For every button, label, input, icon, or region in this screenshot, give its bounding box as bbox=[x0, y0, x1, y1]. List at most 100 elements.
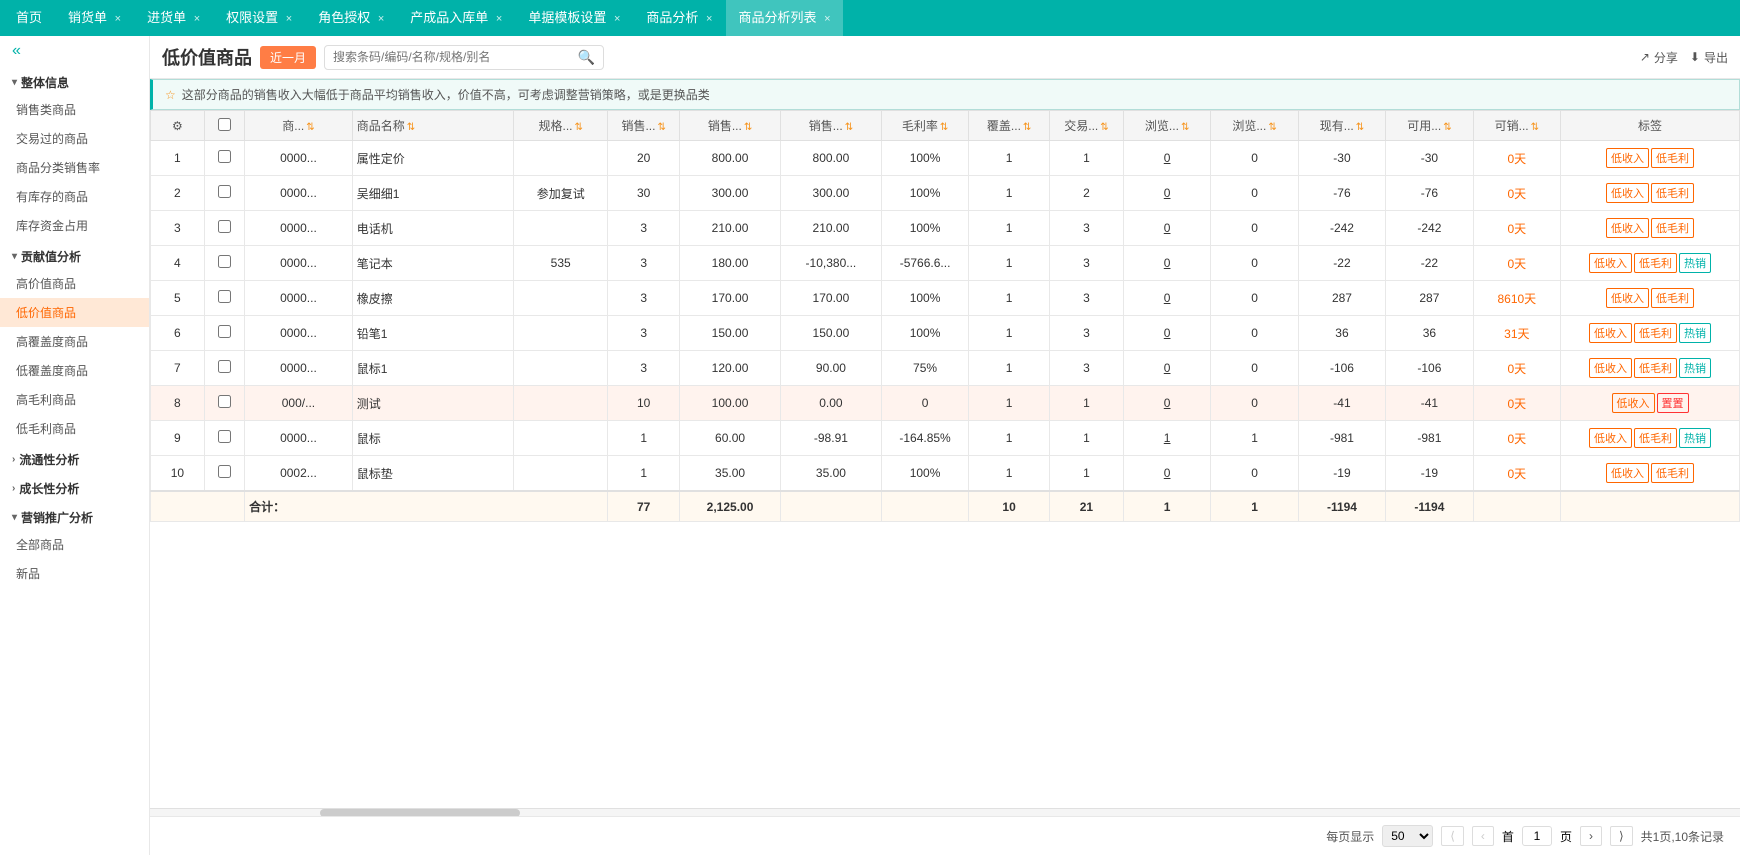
horizontal-scrollbar[interactable] bbox=[150, 808, 1740, 816]
th-saleable[interactable]: 可销...⇅ bbox=[1473, 111, 1560, 141]
row-avail: -22 bbox=[1386, 246, 1473, 281]
sidebar-item-stock-capital[interactable]: 库存资金占用 bbox=[0, 211, 149, 240]
th-current[interactable]: 现有...⇅ bbox=[1298, 111, 1385, 141]
row-margin: 0 bbox=[881, 386, 968, 421]
tag-badge: 低毛利 bbox=[1634, 323, 1677, 343]
row-browse1: 0 bbox=[1123, 386, 1210, 421]
browse-link[interactable]: 0 bbox=[1164, 291, 1171, 305]
sidebar-group-growth[interactable]: › 成长性分析 bbox=[0, 472, 149, 501]
th-sale-price[interactable]: 销售...⇅ bbox=[680, 111, 781, 141]
sidebar-item-all-goods[interactable]: 全部商品 bbox=[0, 530, 149, 559]
row-saleable: 0天 bbox=[1473, 141, 1560, 176]
row-checkbox[interactable] bbox=[218, 220, 231, 233]
nav-roles[interactable]: 角色授权 × bbox=[306, 0, 396, 36]
th-gear[interactable]: ⚙ bbox=[151, 111, 205, 141]
sidebar-item-high-margin[interactable]: 高毛利商品 bbox=[0, 385, 149, 414]
browse-link[interactable]: 0 bbox=[1164, 466, 1171, 480]
th-spec[interactable]: 规格...⇅ bbox=[514, 111, 608, 141]
sidebar-item-low-value[interactable]: 低价值商品 bbox=[0, 298, 149, 327]
select-all-checkbox[interactable] bbox=[218, 118, 231, 131]
sidebar-group-overall[interactable]: ▾ 整体信息 bbox=[0, 66, 149, 95]
nav-product-analysis-list[interactable]: 商品分析列表 × bbox=[726, 0, 842, 36]
close-icon[interactable]: × bbox=[286, 13, 292, 25]
row-name: 电话机 bbox=[352, 211, 513, 246]
prev-page-button[interactable]: ‹ bbox=[1472, 826, 1494, 846]
close-icon[interactable]: × bbox=[824, 13, 830, 25]
page-size-select[interactable]: 50 100 200 bbox=[1382, 825, 1433, 847]
row-browse1: 0 bbox=[1123, 141, 1210, 176]
browse-link[interactable]: 0 bbox=[1164, 256, 1171, 270]
close-icon[interactable]: × bbox=[614, 13, 620, 25]
row-checkbox[interactable] bbox=[218, 430, 231, 443]
last-page-button[interactable]: ⟩ bbox=[1610, 826, 1633, 846]
close-icon[interactable]: × bbox=[194, 13, 200, 25]
row-checkbox[interactable] bbox=[218, 395, 231, 408]
th-browse2[interactable]: 浏览...⇅ bbox=[1211, 111, 1298, 141]
next-page-button[interactable]: › bbox=[1580, 826, 1602, 846]
sidebar-item-category-sales[interactable]: 商品分类销售率 bbox=[0, 153, 149, 182]
close-icon[interactable]: × bbox=[706, 13, 712, 25]
nav-home[interactable]: 首页 bbox=[4, 0, 54, 36]
sort-icon: ⇅ bbox=[1181, 122, 1189, 133]
sidebar-item-low-coverage[interactable]: 低覆盖度商品 bbox=[0, 356, 149, 385]
row-browse2: 0 bbox=[1211, 281, 1298, 316]
share-button[interactable]: ↗ 分享 bbox=[1640, 49, 1678, 66]
nav-purchase[interactable]: 进货单 × bbox=[135, 0, 212, 36]
row-checkbox[interactable] bbox=[218, 255, 231, 268]
nav-product-analysis[interactable]: 商品分析 × bbox=[634, 0, 724, 36]
th-cover[interactable]: 覆盖...⇅ bbox=[969, 111, 1050, 141]
browse-link[interactable]: 0 bbox=[1164, 186, 1171, 200]
sidebar-group-marketing[interactable]: ▾ 营销推广分析 bbox=[0, 501, 149, 530]
th-margin[interactable]: 毛利率⇅ bbox=[881, 111, 968, 141]
sidebar-group-contribution[interactable]: ▾ 贡献值分析 bbox=[0, 240, 149, 269]
row-current: -106 bbox=[1298, 351, 1385, 386]
total-sale-price: 2,125.00 bbox=[680, 491, 781, 522]
browse-link[interactable]: 0 bbox=[1164, 396, 1171, 410]
gear-icon[interactable]: ⚙ bbox=[172, 119, 183, 133]
row-saleable: 0天 bbox=[1473, 176, 1560, 211]
first-page-button[interactable]: ⟨ bbox=[1441, 826, 1464, 846]
th-sale-qty[interactable]: 销售...⇅ bbox=[608, 111, 680, 141]
th-browse1[interactable]: 浏览...⇅ bbox=[1123, 111, 1210, 141]
nav-permissions[interactable]: 权限设置 × bbox=[214, 0, 304, 36]
nav-sales[interactable]: 销货单 × bbox=[56, 0, 133, 36]
page-number-input[interactable] bbox=[1522, 826, 1552, 846]
nav-template[interactable]: 单据模板设置 × bbox=[516, 0, 632, 36]
browse-link[interactable]: 0 bbox=[1164, 151, 1171, 165]
sidebar-item-sales-goods[interactable]: 销售类商品 bbox=[0, 95, 149, 124]
sidebar-group-liquidity[interactable]: › 流通性分析 bbox=[0, 443, 149, 472]
sidebar-item-high-coverage[interactable]: 高覆盖度商品 bbox=[0, 327, 149, 356]
row-checkbox[interactable] bbox=[218, 360, 231, 373]
sidebar-item-high-value[interactable]: 高价值商品 bbox=[0, 269, 149, 298]
th-name[interactable]: 商品名称⇅ bbox=[352, 111, 513, 141]
sidebar-item-traded-goods[interactable]: 交易过的商品 bbox=[0, 124, 149, 153]
sidebar-item-low-margin[interactable]: 低毛利商品 bbox=[0, 414, 149, 443]
browse-link[interactable]: 0 bbox=[1164, 326, 1171, 340]
browse-link[interactable]: 1 bbox=[1164, 431, 1171, 445]
sort-icon: ⇅ bbox=[1531, 122, 1539, 133]
row-checkbox[interactable] bbox=[218, 290, 231, 303]
export-button[interactable]: ⬇ 导出 bbox=[1690, 49, 1728, 66]
browse-link[interactable]: 0 bbox=[1164, 361, 1171, 375]
sidebar-collapse-btn[interactable]: « bbox=[4, 40, 29, 62]
search-input[interactable] bbox=[333, 50, 574, 64]
close-icon[interactable]: × bbox=[496, 13, 502, 25]
th-avail[interactable]: 可用...⇅ bbox=[1386, 111, 1473, 141]
row-checkbox[interactable] bbox=[218, 185, 231, 198]
row-checkbox[interactable] bbox=[218, 465, 231, 478]
row-checkbox[interactable] bbox=[218, 150, 231, 163]
sidebar-item-new-goods[interactable]: 新品 bbox=[0, 559, 149, 588]
row-checkbox[interactable] bbox=[218, 325, 231, 338]
search-icon[interactable]: 🔍 bbox=[578, 49, 595, 66]
browse-link[interactable]: 0 bbox=[1164, 221, 1171, 235]
info-icon: ☆ bbox=[165, 88, 176, 102]
th-sale-amount[interactable]: 销售...⇅ bbox=[780, 111, 881, 141]
filter-button[interactable]: 近一月 bbox=[260, 46, 316, 69]
nav-product-in[interactable]: 产成品入库单 × bbox=[398, 0, 514, 36]
close-icon[interactable]: × bbox=[378, 13, 384, 25]
close-icon[interactable]: × bbox=[115, 13, 121, 25]
table-row: 2 0000... 吴细细1 参加复试 30 300.00 300.00 100… bbox=[151, 176, 1740, 211]
th-trade[interactable]: 交易...⇅ bbox=[1049, 111, 1123, 141]
th-code[interactable]: 商...⇅ bbox=[245, 111, 353, 141]
sidebar-item-stock-goods[interactable]: 有库存的商品 bbox=[0, 182, 149, 211]
